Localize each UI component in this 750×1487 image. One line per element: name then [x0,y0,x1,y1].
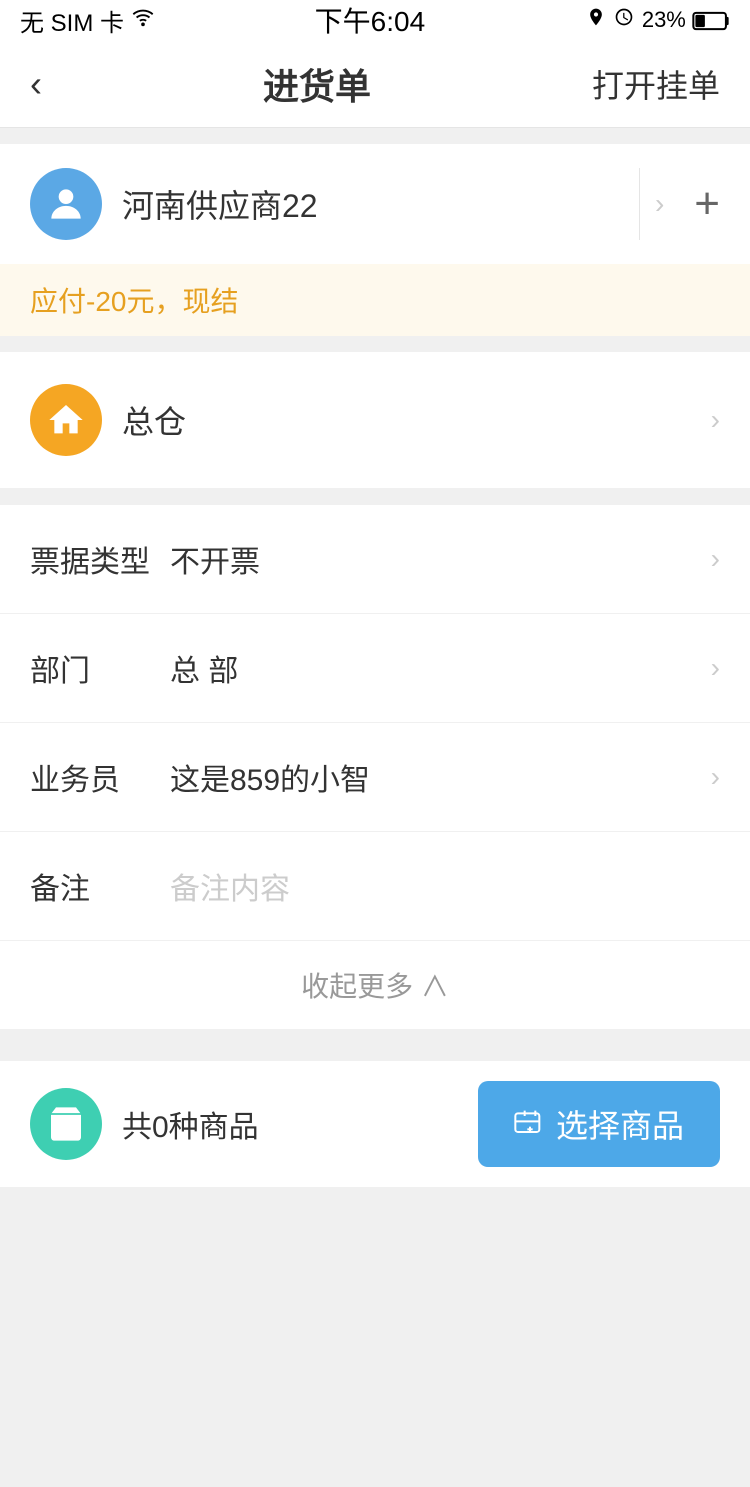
department-row[interactable]: 部门 总 部 › [0,614,750,723]
product-count: 共0种商品 [122,1102,478,1146]
supplier-section: 河南供应商22 › + 应付-20元，现结 [0,144,750,336]
status-right: 23% [586,6,730,34]
nav-bar: ‹ 进货单 打开挂单 [0,40,750,128]
page-title: 进货单 [263,58,371,110]
open-pending-button[interactable]: 打开挂单 [592,61,720,107]
collapse-row[interactable]: 收起更多 ∧ [0,940,750,1029]
supplier-chevron-icon: › [655,188,664,220]
page-background [0,1187,750,1487]
status-time: 下午6:04 [315,0,426,40]
select-product-label: 选择商品 [556,1101,684,1147]
status-left: 无 SIM 卡 [20,3,154,38]
location-icon [586,6,606,34]
salesperson-value: 这是859的小智 [170,755,711,799]
invoice-type-value: 不开票 [170,537,711,581]
add-supplier-button[interactable]: + [694,179,720,229]
add-to-cart-icon [514,1108,546,1140]
supplier-avatar [30,168,102,240]
shopping-bag-icon [46,1104,86,1144]
carrier-text: 无 SIM 卡 [20,3,124,38]
department-chevron-icon: › [711,652,720,684]
invoice-type-chevron-icon: › [711,543,720,575]
info-banner-text: 应付-20元，现结 [30,286,238,317]
section-divider-1 [0,128,750,144]
remark-placeholder: 备注内容 [170,864,720,908]
battery-text: 23% [642,7,730,33]
department-value: 总 部 [170,646,711,690]
supplier-row[interactable]: 河南供应商22 › + [0,144,750,264]
salesperson-chevron-icon: › [711,761,720,793]
select-product-button[interactable]: 选择商品 [478,1081,720,1167]
salesperson-row[interactable]: 业务员 这是859的小智 › [0,723,750,832]
supplier-name: 河南供应商22 [122,181,655,227]
warehouse-chevron-icon: › [711,404,720,436]
supplier-divider [639,168,640,240]
back-button[interactable]: ‹ [30,63,42,105]
warehouse-row[interactable]: 总仓 › [0,352,750,489]
alarm-icon [614,6,634,34]
section-divider-2 [0,336,750,352]
status-bar: 无 SIM 卡 下午6:04 23% [0,0,750,40]
wifi-icon [132,6,154,35]
home-icon [46,400,86,440]
warehouse-icon [30,384,102,456]
section-divider-4 [0,1029,750,1045]
info-banner: 应付-20元，现结 [0,264,750,336]
person-icon [44,182,88,226]
warehouse-section: 总仓 › [0,352,750,489]
remark-row[interactable]: 备注 备注内容 [0,832,750,940]
invoice-type-key: 票据类型 [30,537,170,581]
remark-key: 备注 [30,864,170,908]
form-section: 票据类型 不开票 › 部门 总 部 › 业务员 这是859的小智 › 备注 备注… [0,505,750,1029]
department-key: 部门 [30,646,170,690]
bottom-bar: 共0种商品 选择商品 [0,1061,750,1187]
collapse-text: 收起更多 ∧ [301,965,449,1005]
invoice-type-row[interactable]: 票据类型 不开票 › [0,505,750,614]
cart-icon [30,1088,102,1160]
section-divider-3 [0,489,750,505]
warehouse-label: 总仓 [122,397,711,443]
salesperson-key: 业务员 [30,755,170,799]
